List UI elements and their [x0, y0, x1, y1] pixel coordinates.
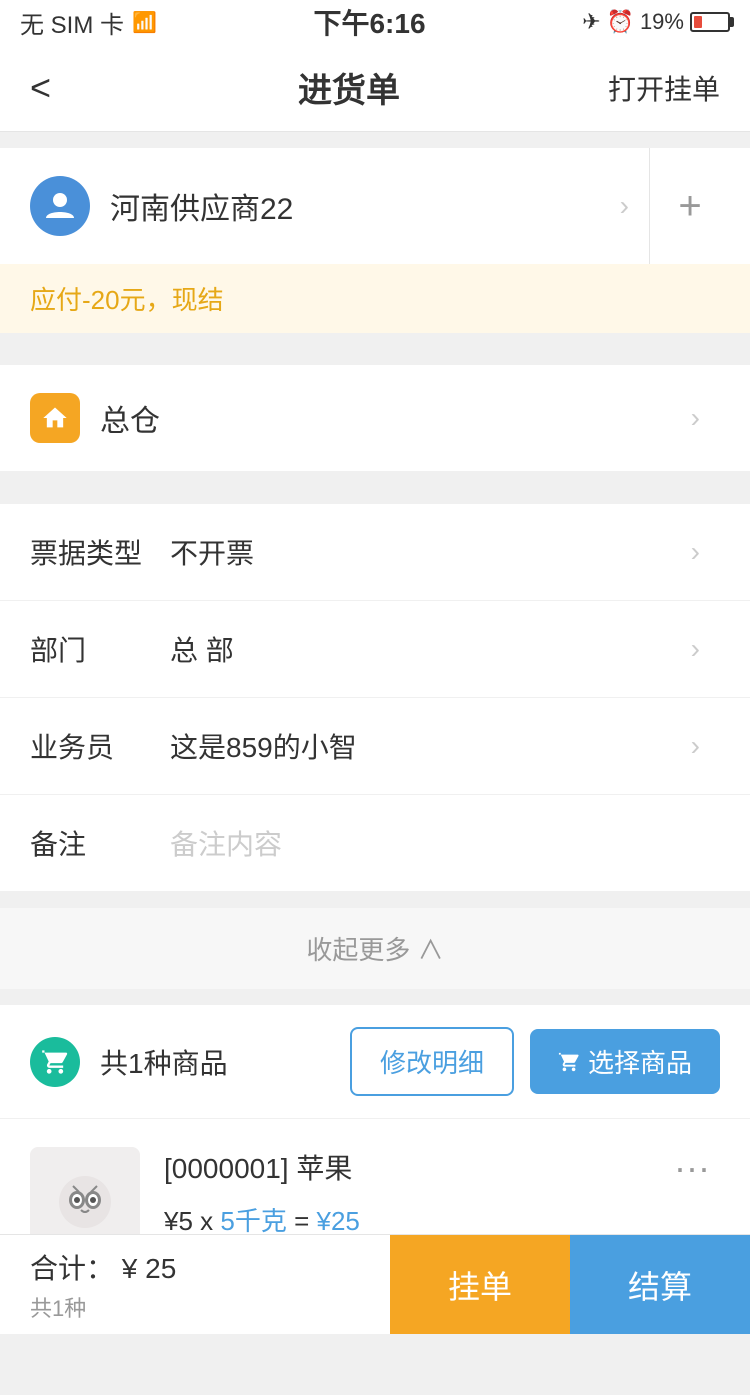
product-info: [0000001] 苹果 ¥5 x 5千克 = ¥25	[164, 1147, 664, 1238]
total-price: ¥25	[316, 1206, 359, 1236]
section-gap-2	[0, 333, 750, 349]
battery-label: 19%	[640, 9, 684, 35]
total-value: ¥ 25	[122, 1253, 177, 1284]
remark-row[interactable]: 备注 备注内容	[0, 795, 750, 892]
status-left: 无 SIM 卡 📶	[20, 5, 157, 40]
warehouse-section: 总仓 ›	[0, 365, 750, 472]
page-title: 进货单	[298, 63, 400, 112]
warehouse-label: 总仓	[100, 396, 671, 440]
invoice-chevron-icon: ›	[691, 536, 700, 568]
supplier-section: 河南供应商22 › +	[0, 148, 750, 264]
location-icon: ✈	[582, 9, 600, 35]
department-row[interactable]: 部门 总 部 ›	[0, 601, 750, 698]
supplier-main[interactable]: 河南供应商22 ›	[30, 148, 650, 264]
invoice-type-row[interactable]: 票据类型 不开票 ›	[0, 504, 750, 601]
invoice-type-key: 票据类型	[30, 532, 170, 572]
section-gap-3	[0, 472, 750, 488]
checkout-button[interactable]: 结算	[570, 1235, 750, 1334]
nav-bar: < 进货单 打开挂单	[0, 44, 750, 132]
product-title: 苹果	[296, 1153, 352, 1184]
modify-details-button[interactable]: 修改明细	[350, 1027, 514, 1096]
total-label: 合计：	[30, 1253, 114, 1284]
footer: 合计： ¥ 25 共1种 挂单 结算	[0, 1234, 750, 1334]
form-section: 票据类型 不开票 › 部门 总 部 › 业务员 这是859的小智 › 备注 备注…	[0, 504, 750, 892]
battery-icon	[690, 12, 730, 32]
products-icon	[30, 1037, 80, 1087]
time-label: 下午6:16	[313, 2, 425, 42]
add-supplier-button[interactable]: +	[660, 176, 720, 236]
house-icon	[41, 404, 69, 432]
wifi-icon: 📶	[132, 10, 157, 35]
supplier-alert: 应付-20元，现结	[0, 264, 750, 333]
supplier-avatar	[30, 176, 90, 236]
product-name: [0000001] 苹果	[164, 1147, 664, 1187]
invoice-type-value: 不开票	[170, 532, 671, 572]
cart-icon	[41, 1048, 69, 1076]
select-product-button[interactable]: 选择商品	[530, 1029, 720, 1094]
total-amount: 合计： ¥ 25	[30, 1247, 360, 1287]
salesperson-value: 这是859的小智	[170, 726, 671, 766]
warehouse-icon	[30, 393, 80, 443]
department-chevron-icon: ›	[691, 633, 700, 665]
department-value: 总 部	[170, 629, 671, 669]
product-code: [0000001]	[164, 1153, 296, 1184]
products-count: 共1种商品	[100, 1042, 350, 1082]
status-right: ✈ ⏰ 19%	[582, 9, 730, 35]
department-key: 部门	[30, 629, 170, 669]
carrier-label: 无 SIM 卡	[20, 5, 124, 40]
equals: =	[287, 1206, 317, 1236]
quantity: 5千克	[220, 1206, 286, 1236]
hang-order-button[interactable]: 挂单	[390, 1235, 570, 1334]
warehouse-chevron-icon: ›	[691, 402, 700, 434]
back-button[interactable]: <	[30, 67, 90, 109]
product-more-button[interactable]: ···	[664, 1147, 720, 1189]
person-icon	[42, 188, 78, 224]
open-pending-button[interactable]: 打开挂单	[608, 68, 720, 108]
products-header: 共1种商品 修改明细 选择商品	[0, 1005, 750, 1119]
salesperson-key: 业务员	[30, 726, 170, 766]
collapse-label: 收起更多 ∧	[306, 930, 443, 967]
remark-value: 备注内容	[170, 823, 720, 863]
battery-fill	[694, 16, 702, 28]
footer-total: 合计： ¥ 25 共1种	[0, 1235, 390, 1334]
unit-price: ¥5 x	[164, 1206, 220, 1236]
supplier-chevron-icon: ›	[620, 190, 629, 222]
product-owl-icon	[55, 1172, 115, 1232]
select-product-label: 选择商品	[588, 1043, 692, 1080]
salesperson-chevron-icon: ›	[691, 730, 700, 762]
section-gap-1	[0, 132, 750, 148]
product-price: ¥5 x 5千克 = ¥25	[164, 1201, 664, 1238]
remark-key: 备注	[30, 823, 170, 863]
total-count: 共1种	[30, 1291, 360, 1323]
warehouse-row[interactable]: 总仓 ›	[0, 365, 750, 472]
collapse-bar[interactable]: 收起更多 ∧	[0, 908, 750, 989]
alarm-icon: ⏰	[607, 9, 634, 35]
supplier-name: 河南供应商22	[110, 184, 600, 228]
select-product-icon	[558, 1051, 580, 1073]
salesperson-row[interactable]: 业务员 这是859的小智 ›	[0, 698, 750, 795]
status-bar: 无 SIM 卡 📶 下午6:16 ✈ ⏰ 19%	[0, 0, 750, 44]
